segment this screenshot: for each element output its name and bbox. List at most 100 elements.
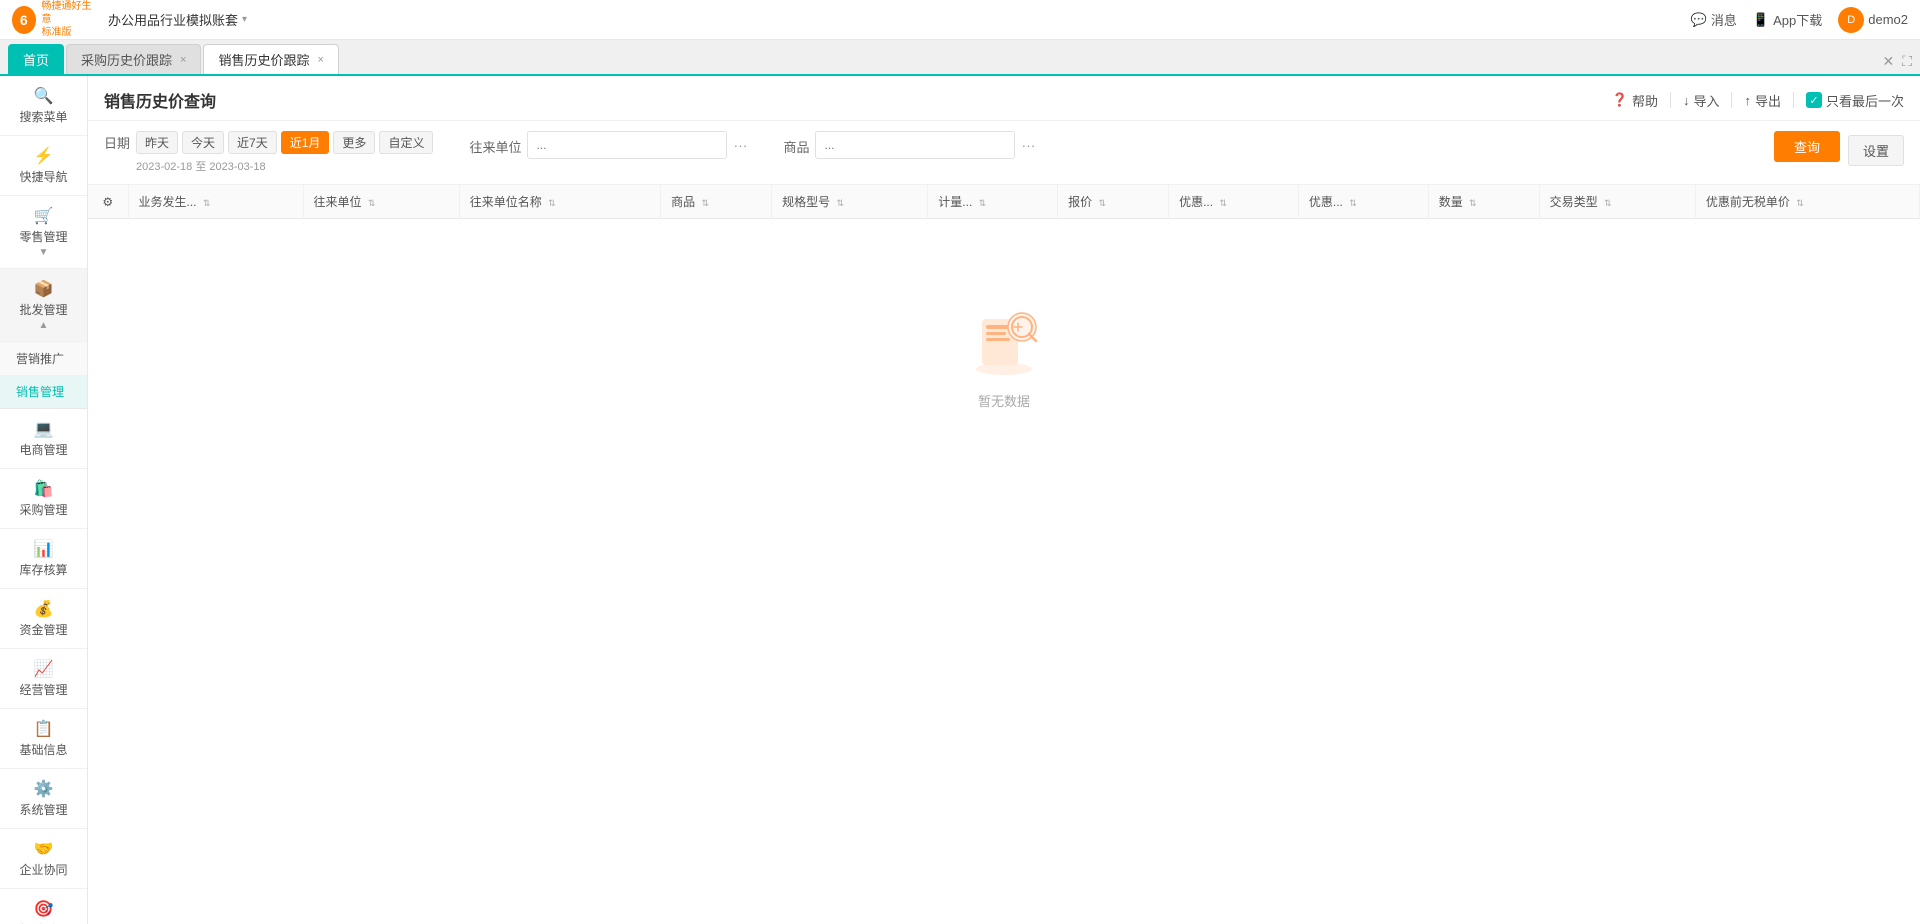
- tab-home[interactable]: 首页: [8, 44, 64, 74]
- sidebar-item-newguide[interactable]: 🎯 新手引导: [0, 889, 87, 924]
- sidebar-item-wholesale[interactable]: 📦 批发管理 ▲: [0, 269, 87, 342]
- export-icon: ↑: [1744, 93, 1751, 108]
- col-discount1[interactable]: 优惠... ⇅: [1169, 185, 1299, 219]
- partner-input[interactable]: [527, 131, 727, 159]
- message-button[interactable]: 💬 消息: [1691, 10, 1737, 29]
- sidebar-item-quick-nav[interactable]: ⚡ 快捷导航: [0, 136, 87, 196]
- page-header: 销售历史价查询 ❓ 帮助 ↓ 导入 ↑ 导出 ✓: [88, 76, 1920, 121]
- sidebar-label-basic: 基础信息: [19, 741, 67, 758]
- sidebar-item-search-menu[interactable]: 🔍 搜索菜单: [0, 76, 87, 136]
- date-btn-custom[interactable]: 自定义: [379, 131, 433, 154]
- chevron-down-icon: ▾: [242, 14, 247, 25]
- col-spec-label: 规格型号: [782, 195, 830, 209]
- main-layout: 🔍 搜索菜单 ⚡ 快捷导航 🛒 零售管理 ▼ 📦 批发管理 ▲ 营销推广 销售管…: [0, 76, 1920, 924]
- sidebar-label-ecommerce: 电商管理: [19, 441, 67, 458]
- product-picker-icon[interactable]: ···: [1021, 137, 1035, 153]
- query-button[interactable]: 查询: [1774, 131, 1840, 162]
- sidebar-label-system: 系统管理: [19, 801, 67, 818]
- col-partner-code[interactable]: 往来单位 ⇅: [303, 185, 459, 219]
- sort-discount2-icon: ⇅: [1349, 198, 1357, 208]
- help-button[interactable]: ❓ 帮助: [1612, 91, 1658, 110]
- col-pre-tax-price-label: 优惠前无税单价: [1706, 195, 1790, 209]
- sort-quote-icon: ⇅: [1098, 198, 1106, 208]
- basic-icon: 📋: [34, 719, 54, 739]
- sidebar-label-collab: 企业协同: [19, 861, 67, 878]
- empty-state: 暂无数据: [88, 219, 1920, 490]
- user-profile[interactable]: D demo2: [1838, 7, 1908, 33]
- date-btn-1month[interactable]: 近1月: [281, 131, 330, 154]
- sidebar-item-purchase[interactable]: 🛍️ 采购管理: [0, 469, 87, 529]
- marketing-label: 营销推广: [16, 350, 64, 367]
- col-unit[interactable]: 计量... ⇅: [928, 185, 1058, 219]
- inventory-icon: 📊: [34, 539, 54, 559]
- finance-icon: 💰: [34, 599, 54, 619]
- empty-text: 暂无数据: [978, 391, 1030, 410]
- close-window-icon[interactable]: ✕: [1882, 53, 1894, 70]
- sidebar-item-finance[interactable]: 💰 资金管理: [0, 589, 87, 649]
- export-button[interactable]: ↑ 导出: [1744, 91, 1781, 110]
- system-icon: ⚙️: [34, 779, 54, 799]
- date-btn-yesterday[interactable]: 昨天: [136, 131, 178, 154]
- tab-bar-controls: ✕ ⛶: [1882, 53, 1912, 74]
- app-download-button[interactable]: 📱 App下载: [1753, 10, 1822, 29]
- table-header-row: ⚙ 业务发生... ⇅ 往来单位 ⇅ 往来单位名称 ⇅: [88, 185, 1920, 219]
- logo-icon: 6: [12, 6, 36, 34]
- message-icon: 💬: [1691, 12, 1707, 28]
- date-btn-today[interactable]: 今天: [182, 131, 224, 154]
- col-pre-tax-price[interactable]: 优惠前无税单价 ⇅: [1695, 185, 1919, 219]
- col-partner-name[interactable]: 往来单位名称 ⇅: [459, 185, 660, 219]
- data-table: ⚙ 业务发生... ⇅ 往来单位 ⇅ 往来单位名称 ⇅: [88, 185, 1920, 219]
- date-btn-7days[interactable]: 近7天: [228, 131, 277, 154]
- col-quote[interactable]: 报价 ⇅: [1058, 185, 1169, 219]
- purchase-icon: 🛍️: [34, 479, 54, 499]
- sidebar-label-retail: 零售管理: [19, 228, 67, 245]
- sidebar-label-finance: 资金管理: [19, 621, 67, 638]
- sidebar-item-system[interactable]: ⚙️ 系统管理: [0, 769, 87, 829]
- avatar: D: [1838, 7, 1864, 33]
- sidebar-subitem-marketing[interactable]: 营销推广: [0, 342, 87, 375]
- sidebar-item-operations[interactable]: 📈 经营管理: [0, 649, 87, 709]
- sort-qty-icon: ⇅: [1469, 198, 1477, 208]
- col-qty[interactable]: 数量 ⇅: [1428, 185, 1539, 219]
- tab-purchase-history[interactable]: 采购历史价跟踪 ×: [66, 44, 201, 74]
- product-label: 商品: [783, 135, 809, 156]
- sidebar-item-ecommerce[interactable]: 💻 电商管理: [0, 409, 87, 469]
- partner-picker-icon[interactable]: ···: [733, 137, 747, 153]
- sidebar-item-collab[interactable]: 🤝 企业协同: [0, 829, 87, 889]
- ecommerce-icon: 💻: [34, 419, 54, 439]
- col-unit-label: 计量...: [938, 195, 972, 209]
- org-selector[interactable]: 办公用品行业模拟账套 ▾: [100, 6, 255, 33]
- tab-bar: 首页 采购历史价跟踪 × 销售历史价跟踪 × ✕ ⛶: [0, 40, 1920, 76]
- tab-close-purchase[interactable]: ×: [180, 54, 186, 66]
- col-spec[interactable]: 规格型号 ⇅: [772, 185, 928, 219]
- purchase-history-tab-label: 采购历史价跟踪: [81, 50, 172, 69]
- sidebar-item-inventory[interactable]: 📊 库存核算: [0, 529, 87, 589]
- expand-window-icon[interactable]: ⛶: [1902, 53, 1912, 70]
- logo-text: 畅捷通好生意标准版: [42, 0, 92, 39]
- sidebar-item-retail[interactable]: 🛒 零售管理 ▼: [0, 196, 87, 269]
- col-trade-type[interactable]: 交易类型 ⇅: [1539, 185, 1695, 219]
- col-discount2[interactable]: 优惠... ⇅: [1298, 185, 1428, 219]
- divider: [1670, 92, 1671, 108]
- settings-button[interactable]: 设置: [1848, 135, 1904, 166]
- sidebar-subitem-sales-mgmt[interactable]: 销售管理: [0, 375, 87, 408]
- wholesale-expand-icon: ▲: [39, 320, 49, 331]
- table-container: ⚙ 业务发生... ⇅ 往来单位 ⇅ 往来单位名称 ⇅: [88, 185, 1920, 924]
- col-product[interactable]: 商品 ⇅: [661, 185, 772, 219]
- only-last-checkbox-label[interactable]: ✓ 只看最后一次: [1806, 91, 1904, 110]
- tab-close-sales[interactable]: ×: [317, 54, 323, 66]
- sidebar-item-basic[interactable]: 📋 基础信息: [0, 709, 87, 769]
- col-settings[interactable]: ⚙: [88, 185, 128, 219]
- col-biz-date[interactable]: 业务发生... ⇅: [128, 185, 303, 219]
- sidebar-label-wholesale: 批发管理: [19, 301, 67, 318]
- help-icon: ❓: [1612, 92, 1628, 108]
- product-input[interactable]: [815, 131, 1015, 159]
- sidebar-label-inventory: 库存核算: [19, 561, 67, 578]
- filter-bar: 日期 昨天 今天 近7天 近1月 更多 自定义 2023-02-18 至 202…: [88, 121, 1920, 185]
- sales-mgmt-label: 销售管理: [16, 383, 64, 400]
- date-options: 昨天 今天 近7天 近1月 更多 自定义 2023-02-18 至 2023-0…: [136, 131, 433, 174]
- import-button[interactable]: ↓ 导入: [1683, 91, 1720, 110]
- date-btn-more[interactable]: 更多: [333, 131, 375, 154]
- tab-sales-history[interactable]: 销售历史价跟踪 ×: [203, 44, 338, 74]
- content-area: 销售历史价查询 ❓ 帮助 ↓ 导入 ↑ 导出 ✓: [88, 76, 1920, 924]
